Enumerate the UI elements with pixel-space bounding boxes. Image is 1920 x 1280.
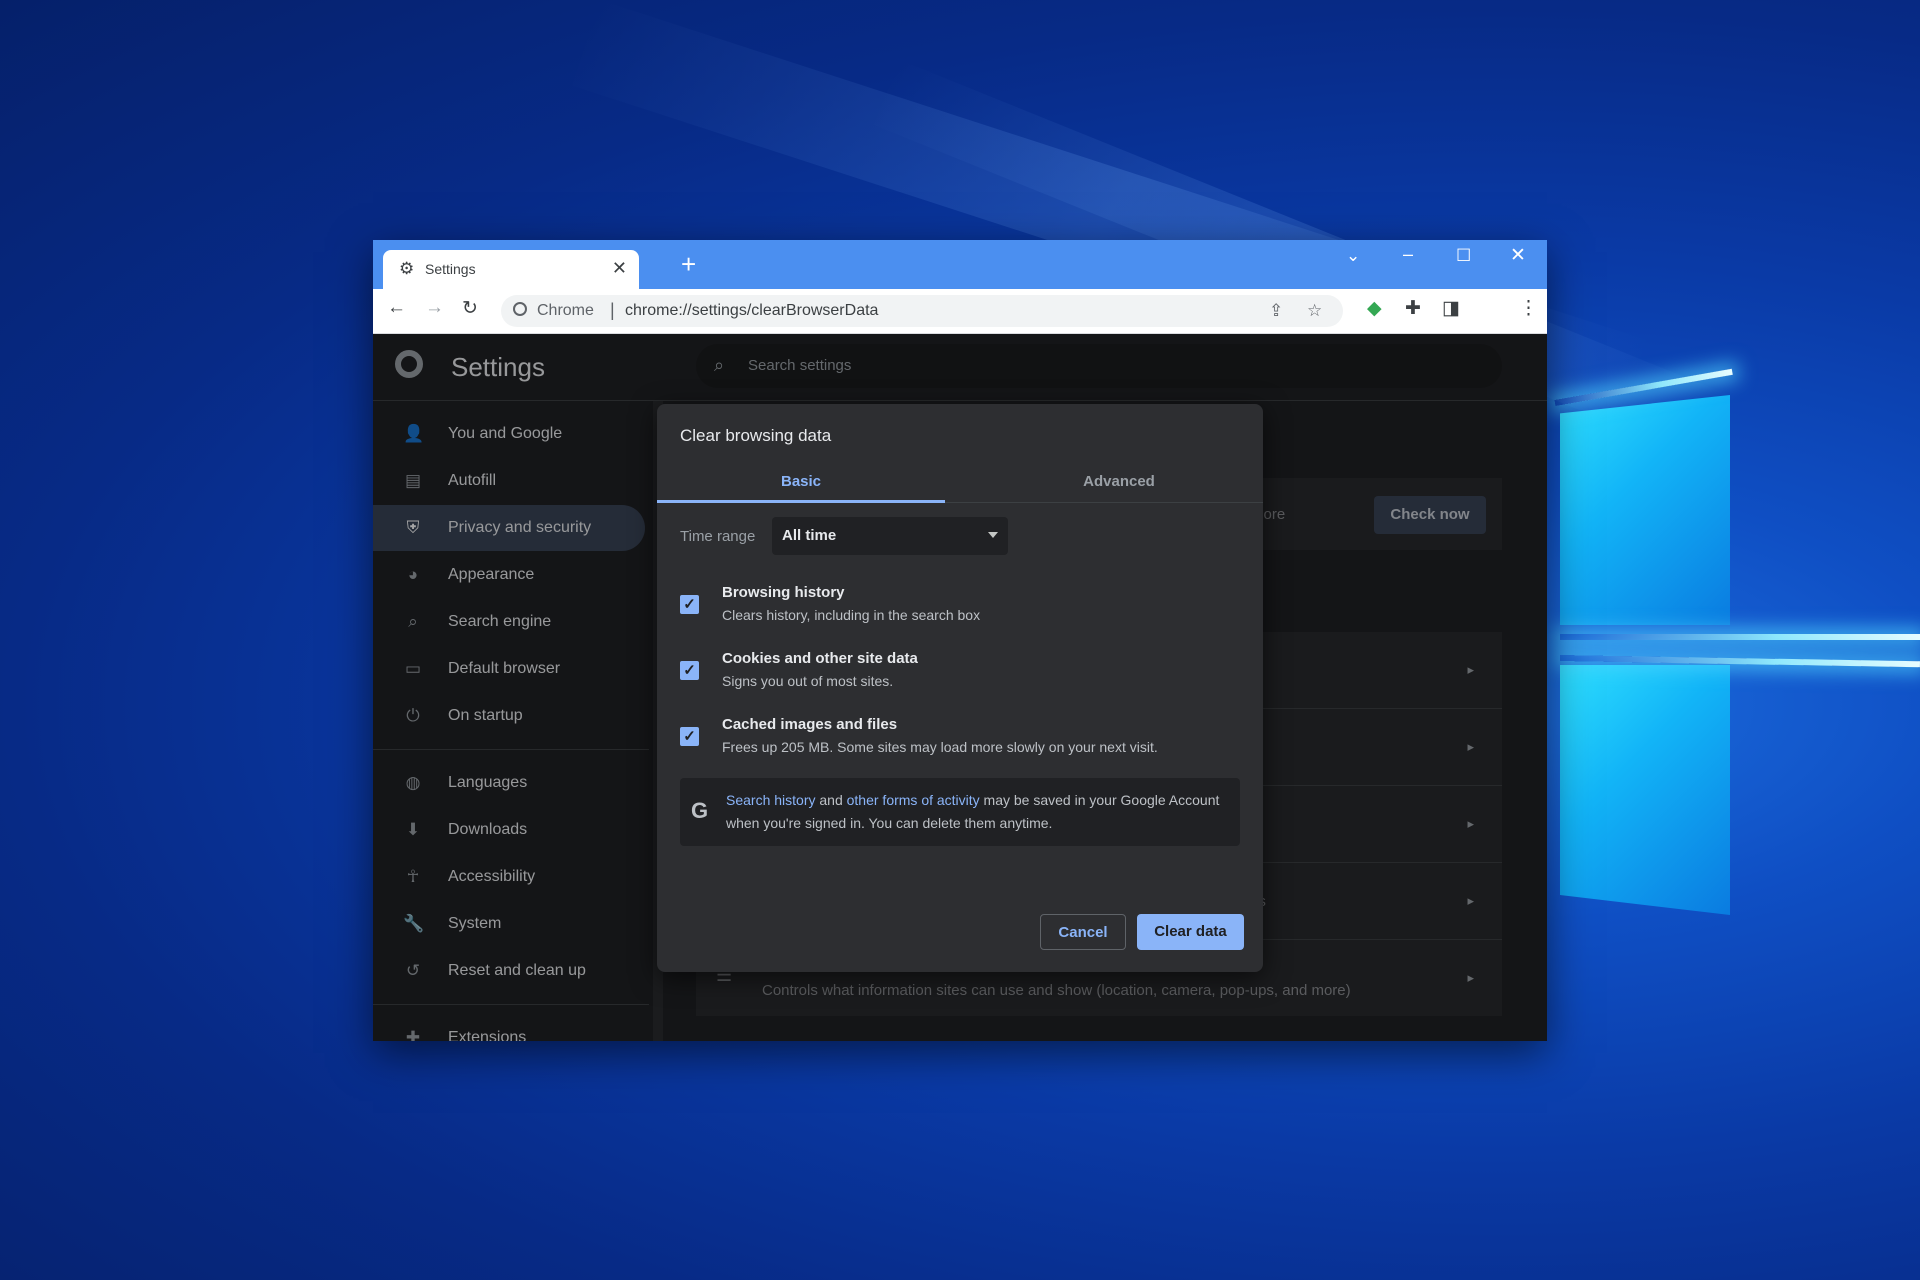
close-window-button[interactable]: ✕ bbox=[1510, 244, 1526, 267]
windows-logo-pane bbox=[1560, 395, 1730, 625]
maximize-button[interactable]: ☐ bbox=[1456, 246, 1471, 266]
forward-button[interactable]: → bbox=[425, 297, 444, 319]
dropdown-arrow-icon bbox=[988, 532, 998, 538]
tab-advanced[interactable]: Advanced bbox=[975, 462, 1263, 502]
cookies-checkbox[interactable]: ✓ bbox=[680, 661, 699, 680]
windows-logo-pane bbox=[1560, 665, 1730, 915]
close-tab-icon[interactable]: ✕ bbox=[612, 258, 627, 279]
share-icon[interactable]: ⇪ bbox=[1269, 301, 1283, 321]
time-range-label: Time range bbox=[680, 528, 756, 545]
reload-button[interactable]: ↻ bbox=[462, 297, 478, 320]
omnibox-separator: | bbox=[610, 300, 615, 320]
bookmark-star-icon[interactable]: ☆ bbox=[1307, 301, 1322, 321]
omnibox-origin: Chrome bbox=[537, 302, 594, 319]
option-cached-images: ✓ Cached images and files Frees up 205 M… bbox=[680, 716, 1240, 768]
clear-data-button[interactable]: Clear data bbox=[1137, 914, 1244, 950]
new-tab-button[interactable]: + bbox=[681, 250, 696, 278]
note-conjunction: and bbox=[815, 792, 847, 808]
option-browsing-history: ✓ Browsing history Clears history, inclu… bbox=[680, 584, 1240, 636]
gear-icon: ⚙ bbox=[399, 259, 415, 278]
other-activity-link[interactable]: other forms of activity bbox=[847, 792, 980, 808]
option-title: Browsing history bbox=[722, 584, 845, 601]
browser-window: ⚙ Settings ✕ + ⌄ – ☐ ✕ ← → ↻ Chrome | ch… bbox=[373, 240, 1547, 1041]
back-button[interactable]: ← bbox=[387, 297, 406, 319]
title-bar: ⚙ Settings ✕ + ⌄ – ☐ ✕ bbox=[373, 240, 1547, 289]
minimize-button[interactable]: – bbox=[1403, 244, 1413, 265]
light-beam bbox=[1560, 634, 1920, 640]
time-range-select[interactable]: All time bbox=[772, 517, 1008, 555]
omnibox-url[interactable]: chrome://settings/clearBrowserData bbox=[625, 302, 878, 320]
option-subtitle: Frees up 205 MB. Some sites may load mor… bbox=[722, 739, 1158, 755]
browsing-history-checkbox[interactable]: ✓ bbox=[680, 595, 699, 614]
selected-tab-indicator bbox=[657, 500, 945, 503]
time-range-value: All time bbox=[782, 527, 837, 544]
tab-title: Settings bbox=[425, 261, 476, 277]
dialog-title: Clear browsing data bbox=[680, 426, 832, 445]
google-note-text: Search history and other forms of activi… bbox=[726, 789, 1226, 835]
option-cookies: ✓ Cookies and other site data Signs you … bbox=[680, 650, 1240, 702]
option-title: Cookies and other site data bbox=[722, 650, 918, 667]
side-panel-icon[interactable]: ◨ bbox=[1442, 297, 1460, 320]
tab-settings[interactable]: ⚙ Settings ✕ bbox=[383, 250, 639, 289]
extension-colored-icon[interactable]: ◆ bbox=[1367, 297, 1382, 320]
more-menu-icon[interactable]: ⋮ bbox=[1519, 297, 1538, 320]
tab-basic[interactable]: Basic bbox=[657, 462, 945, 502]
cancel-button[interactable]: Cancel bbox=[1040, 914, 1126, 950]
extensions-puzzle-icon[interactable]: ✚ bbox=[1405, 297, 1421, 320]
option-subtitle: Signs you out of most sites. bbox=[722, 673, 894, 689]
cached-images-checkbox[interactable]: ✓ bbox=[680, 727, 699, 746]
google-account-note: G Search history and other forms of acti… bbox=[680, 778, 1240, 846]
chrome-page-icon bbox=[513, 302, 527, 316]
address-bar[interactable]: Chrome | chrome://settings/clearBrowserD… bbox=[501, 295, 1343, 327]
option-subtitle: Clears history, including in the search … bbox=[722, 607, 981, 623]
search-history-link[interactable]: Search history bbox=[726, 792, 815, 808]
toolbar: ← → ↻ Chrome | chrome://settings/clearBr… bbox=[373, 289, 1547, 334]
google-g-icon: G bbox=[691, 798, 709, 823]
option-title: Cached images and files bbox=[722, 716, 898, 733]
clear-browsing-data-dialog: Clear browsing data Basic Advanced Time … bbox=[657, 404, 1263, 972]
tab-search-chevron-icon[interactable]: ⌄ bbox=[1346, 246, 1360, 266]
